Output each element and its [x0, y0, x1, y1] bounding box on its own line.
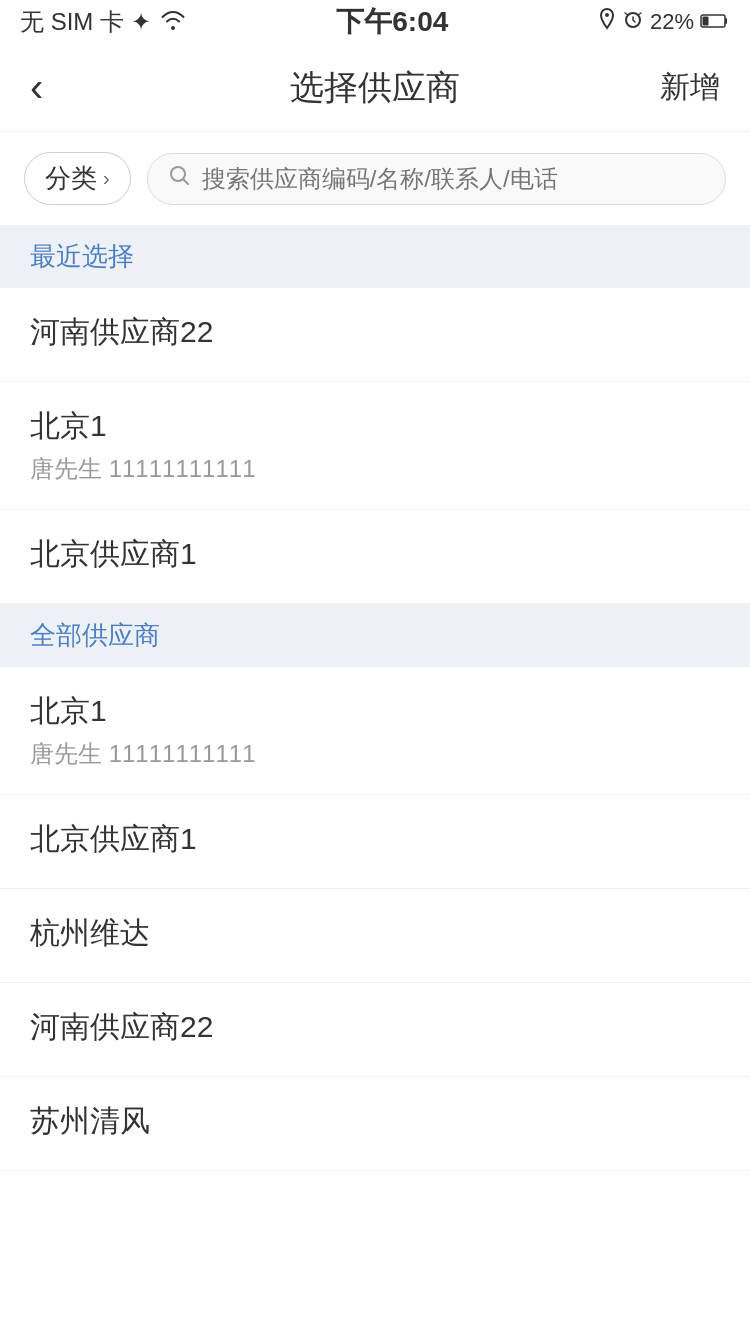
chevron-right-icon: › [103, 167, 110, 190]
list-item[interactable]: 河南供应商22 [0, 983, 750, 1077]
item-sub: 唐先生 11111111111 [30, 738, 720, 770]
svg-point-0 [605, 13, 609, 17]
category-label: 分类 [45, 161, 97, 196]
list-item[interactable]: 北京供应商1 [0, 510, 750, 604]
search-box[interactable] [147, 153, 726, 205]
list-item[interactable]: 北京1 唐先生 11111111111 [0, 667, 750, 795]
alarm-icon [622, 8, 644, 36]
svg-rect-3 [702, 17, 708, 26]
item-name: 北京1 [30, 406, 720, 447]
status-left: 无 SIM 卡 ✦ [20, 6, 187, 38]
list-item[interactable]: 杭州维达 [0, 889, 750, 983]
back-button[interactable]: ‹ [30, 65, 90, 110]
item-name: 苏州清风 [30, 1101, 720, 1142]
battery-percentage: 22% [650, 9, 694, 35]
item-sub: 唐先生 11111111111 [30, 453, 720, 485]
all-section-header: 全部供应商 [0, 604, 750, 667]
search-input[interactable] [202, 165, 705, 193]
status-bar: 无 SIM 卡 ✦ 下午6:04 22% [0, 0, 750, 44]
recent-section-header: 最近选择 [0, 225, 750, 288]
page-title: 选择供应商 [290, 65, 460, 111]
all-section-label: 全部供应商 [30, 620, 160, 650]
list-item[interactable]: 北京供应商1 [0, 795, 750, 889]
status-time: 下午6:04 [336, 3, 448, 41]
item-name: 河南供应商22 [30, 312, 720, 353]
item-name: 北京供应商1 [30, 534, 720, 575]
item-name: 河南供应商22 [30, 1007, 720, 1048]
no-sim-label: 无 SIM 卡 ✦ [20, 6, 151, 38]
list-item[interactable]: 北京1 唐先生 11111111111 [0, 382, 750, 510]
category-button[interactable]: 分类 › [24, 152, 131, 205]
location-icon [598, 8, 616, 36]
list-item[interactable]: 苏州清风 [0, 1077, 750, 1171]
wifi-icon [159, 8, 187, 36]
filter-row: 分类 › [0, 132, 750, 225]
list-item[interactable]: 河南供应商22 [0, 288, 750, 382]
item-name: 北京1 [30, 691, 720, 732]
nav-bar: ‹ 选择供应商 新增 [0, 44, 750, 132]
battery-icon [700, 9, 730, 35]
item-name: 杭州维达 [30, 913, 720, 954]
all-list: 北京1 唐先生 11111111111 北京供应商1 杭州维达河南供应商22 苏州清风 [0, 667, 750, 1171]
recent-list: 河南供应商22 北京1 唐先生 11111111111 北京供应商1 [0, 288, 750, 604]
recent-section-label: 最近选择 [30, 241, 134, 271]
status-right: 22% [598, 8, 730, 36]
add-button[interactable]: 新增 [660, 67, 720, 108]
item-name: 北京供应商1 [30, 819, 720, 860]
search-icon [168, 164, 192, 194]
